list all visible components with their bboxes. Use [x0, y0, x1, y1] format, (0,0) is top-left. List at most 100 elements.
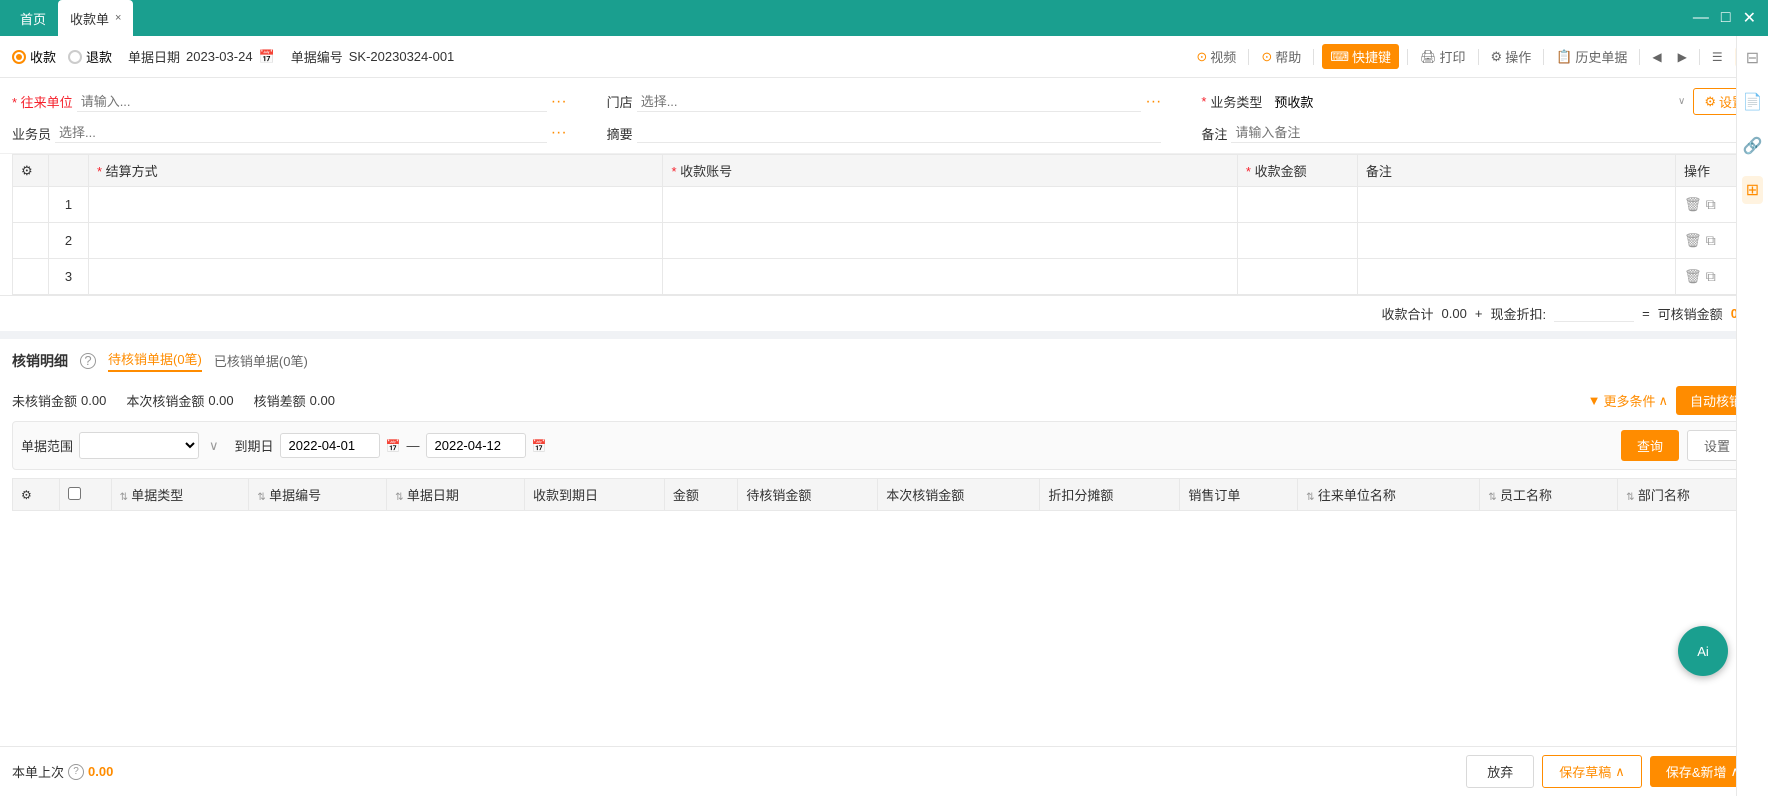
shortcut-btn[interactable]: ⌨ 快捷键 — [1322, 44, 1399, 69]
radio-receipt[interactable]: 收款 — [12, 47, 56, 66]
btcol-gear[interactable]: ⚙ — [13, 479, 60, 511]
date-to-input[interactable] — [426, 433, 526, 458]
btcol-check[interactable] — [60, 479, 111, 511]
summary-input[interactable] — [637, 123, 1162, 143]
calendar-from-icon[interactable]: 📅 — [386, 439, 401, 453]
divider-3 — [1407, 49, 1408, 65]
nav-left-btn[interactable]: ◀ — [1648, 48, 1665, 66]
range-select[interactable] — [79, 432, 199, 459]
row1-account[interactable] — [663, 187, 1237, 223]
video-label: 视频 — [1210, 47, 1236, 66]
ai-float-btn[interactable]: Ai — [1678, 626, 1728, 676]
row1-delete-icon[interactable]: 🗑 — [1684, 196, 1702, 213]
row2-remark[interactable] — [1357, 223, 1675, 259]
summary-field: 摘要 — [607, 123, 1162, 143]
radio-refund-dot — [68, 50, 82, 64]
row1-settlement[interactable] — [89, 187, 663, 223]
date-filter: 到期日 📅 — 📅 — [235, 433, 547, 458]
remark-input[interactable] — [1231, 123, 1756, 143]
row2-account[interactable] — [663, 223, 1237, 259]
table-row: 3 🗑 ⧉ — [13, 259, 1756, 295]
col-discount-label: 折扣分摊额 — [1048, 488, 1113, 503]
shop-field: 门店 ··· — [607, 92, 1162, 112]
divider-6 — [1639, 49, 1640, 65]
bill-no-value: SK-20230324-001 — [349, 49, 455, 64]
row1-copy-icon[interactable]: ⧉ — [1706, 196, 1716, 213]
row2-gear — [13, 223, 49, 259]
window-max-icon[interactable]: □ — [1717, 7, 1735, 29]
row3-settlement[interactable] — [89, 259, 663, 295]
shortcut-label: 快捷键 — [1352, 47, 1391, 66]
counterpart-more-btn[interactable]: ··· — [551, 93, 567, 111]
current-stat: 本次核销金额 0.00 — [126, 391, 233, 410]
history-label: 历史单据 — [1575, 47, 1627, 66]
current-label: 本次核销金额 — [126, 391, 204, 410]
bill-no-label: 单据编号 — [291, 47, 343, 66]
operate-label: 操作 — [1505, 47, 1531, 66]
operate-btn[interactable]: ⚙ 操作 — [1487, 45, 1536, 68]
range-label: 单据范围 — [21, 436, 73, 455]
row3-remark[interactable] — [1357, 259, 1675, 295]
verify-info-icon[interactable]: ? — [80, 353, 96, 369]
table-gear-header[interactable]: ⚙ — [13, 155, 49, 187]
row1-amount[interactable] — [1237, 187, 1357, 223]
row3-delete-icon[interactable]: 🗑 — [1684, 268, 1702, 285]
more-conditions-btn[interactable]: ▼ 更多条件 ∧ — [1588, 391, 1668, 410]
nav-close-icon[interactable]: × — [115, 12, 121, 24]
radio-refund[interactable]: 退款 — [68, 47, 112, 66]
business-type-label: 业务类型 — [1210, 92, 1262, 111]
date-from-input[interactable] — [280, 433, 380, 458]
footer-info-icon[interactable]: ? — [68, 764, 84, 780]
sidebar-doc-icon[interactable]: 📄 — [1739, 88, 1767, 116]
video-btn[interactable]: ⊙ 视频 — [1192, 45, 1240, 68]
discount-input[interactable] — [1554, 306, 1634, 322]
row2-settlement[interactable] — [89, 223, 663, 259]
sidebar-link-icon[interactable]: 🔗 — [1739, 132, 1767, 160]
nav-home[interactable]: 首页 — [8, 0, 58, 36]
discount-label: 现金折扣: — [1490, 304, 1546, 323]
nav-right-btn[interactable]: ▶ — [1674, 48, 1691, 66]
bottom-table: ⚙ ⇅ 单据类型 ⇅ 单据编号 ⇅ 单据日期 — [12, 478, 1756, 736]
window-close-icon[interactable]: ✕ — [1739, 6, 1760, 30]
discard-btn[interactable]: 放弃 — [1466, 755, 1534, 788]
row1-remark[interactable] — [1357, 187, 1675, 223]
date-field: 单据日期 2023-03-24 📅 — [128, 47, 275, 66]
row3-copy-icon[interactable]: ⧉ — [1706, 268, 1716, 285]
sidebar-table-icon[interactable]: ⊟ — [1742, 44, 1763, 72]
table-remark-header: 备注 — [1357, 155, 1675, 187]
shop-input[interactable] — [637, 92, 1142, 112]
tab-pending[interactable]: 待核销单据(0笔) — [108, 349, 202, 372]
row2-delete-icon[interactable]: 🗑 — [1684, 232, 1702, 249]
diff-label: 核销差额 — [254, 391, 306, 410]
list-view-btn[interactable]: ☰ — [1708, 48, 1727, 66]
help-btn[interactable]: ⊙ 帮助 — [1257, 45, 1305, 68]
save-draft-btn[interactable]: 保存草稿 ∧ — [1542, 755, 1642, 788]
summary-row: 收款合计 0.00 + 现金折扣: = 可核销金额 0.00 — [0, 295, 1768, 331]
business-type-dropdown[interactable]: ∨ — [1678, 96, 1685, 107]
sidebar-expand-icon[interactable]: ⊞ — [1742, 176, 1763, 204]
query-btn[interactable]: 查询 — [1621, 430, 1679, 461]
salesperson-input[interactable] — [55, 123, 547, 143]
row2-amount[interactable] — [1237, 223, 1357, 259]
history-btn[interactable]: 📋 历史单据 — [1552, 45, 1631, 68]
current-value: 0.00 — [208, 393, 233, 408]
select-all-checkbox[interactable] — [68, 487, 81, 500]
window-min-icon[interactable]: — — [1689, 7, 1713, 29]
row1-num: 1 — [49, 187, 89, 223]
row3-account[interactable] — [663, 259, 1237, 295]
print-btn[interactable]: 🖨 打印 — [1416, 45, 1470, 68]
counterpart-input[interactable] — [77, 92, 547, 112]
shop-more-btn[interactable]: ··· — [1145, 93, 1161, 111]
date-separator: — — [407, 438, 420, 453]
nav-receipt[interactable]: 收款单 × — [58, 0, 133, 36]
calendar-to-icon[interactable]: 📅 — [532, 439, 547, 453]
tab-done[interactable]: 已核销单据(0笔) — [214, 351, 308, 370]
receipt-type-radio: 收款 退款 — [12, 47, 112, 66]
counterpart-label: 往来单位 — [12, 92, 73, 111]
calendar-icon[interactable]: 📅 — [259, 49, 275, 65]
row2-num: 2 — [49, 223, 89, 259]
row3-amount[interactable] — [1237, 259, 1357, 295]
radio-refund-label: 退款 — [86, 47, 112, 66]
row2-copy-icon[interactable]: ⧉ — [1706, 232, 1716, 249]
salesperson-more-btn[interactable]: ··· — [551, 124, 567, 142]
